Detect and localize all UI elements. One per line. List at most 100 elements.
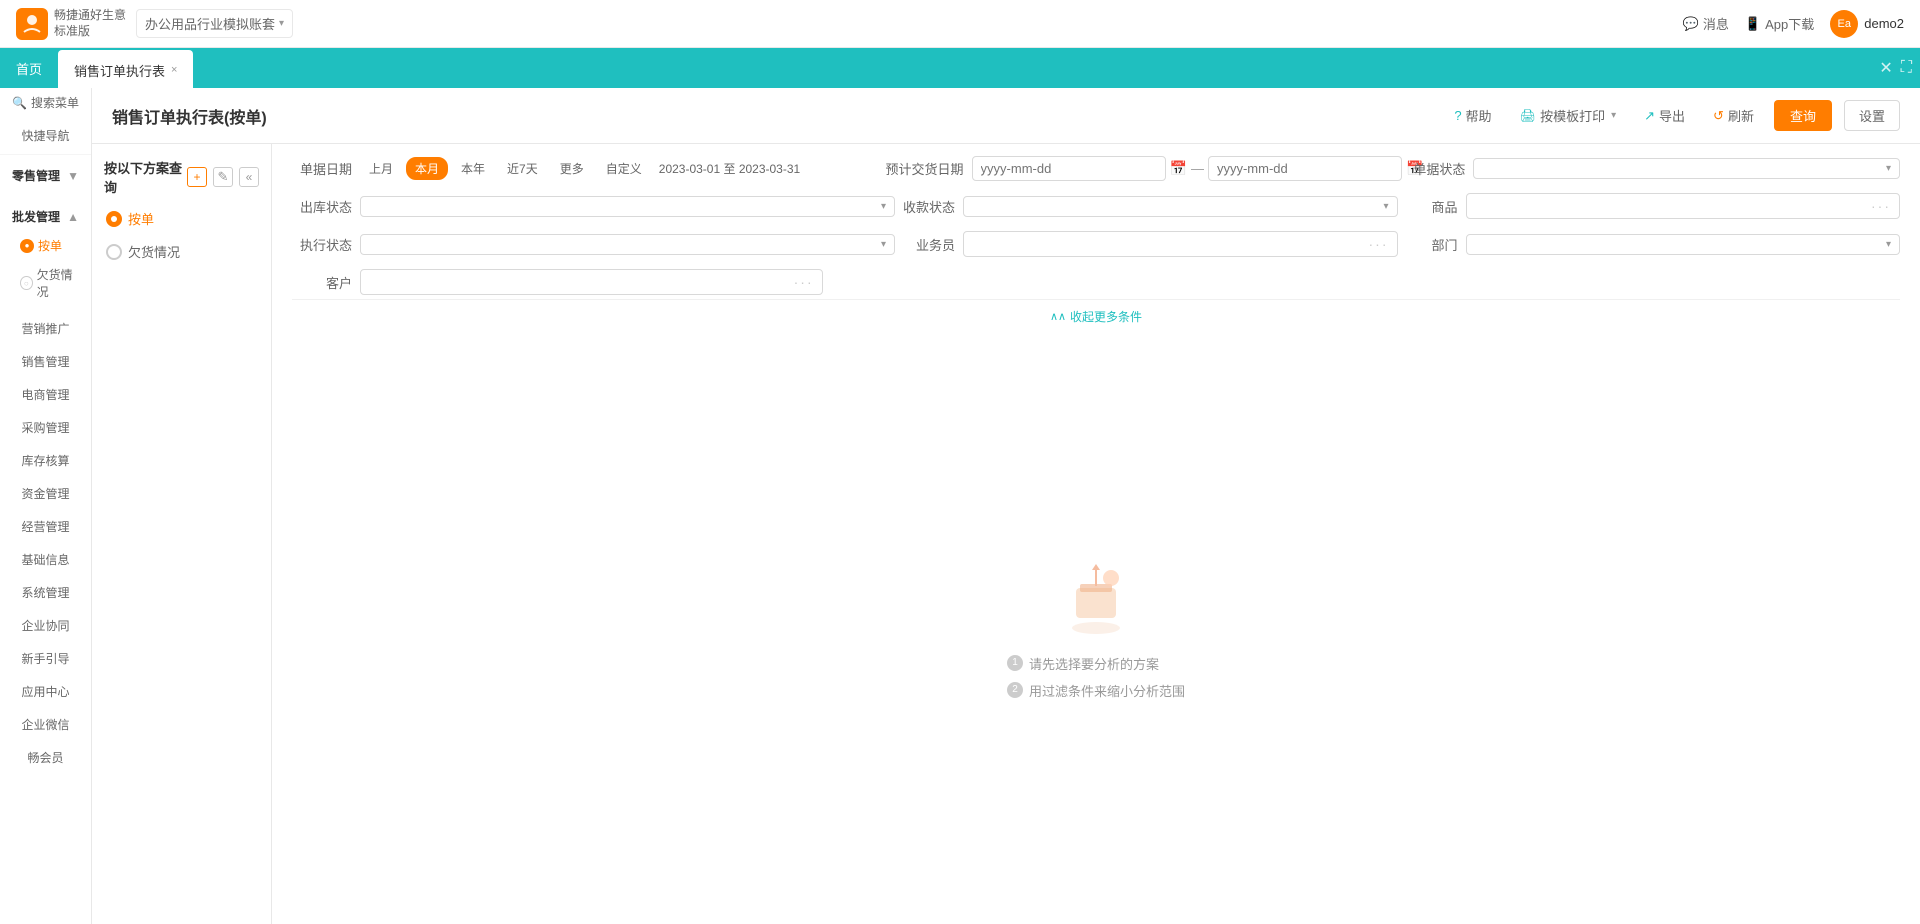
calendar-start-icon[interactable]: 📅 xyxy=(1170,160,1187,177)
avatar: Ea xyxy=(1830,10,1858,38)
sidebar-appstore[interactable]: 应用中心 xyxy=(0,675,91,708)
customer-input[interactable]: ··· xyxy=(360,269,823,295)
sidebar-newbie[interactable]: 新手引导 xyxy=(0,642,91,675)
sidebar-marketing[interactable]: 营销推广 xyxy=(0,312,91,345)
scheme-debt-label: 欠货情况 xyxy=(128,242,180,261)
scheme-title: 按以下方案查询 xyxy=(104,158,187,196)
collapse-bar[interactable]: ∧∧ 收起更多条件 xyxy=(292,299,1900,333)
scheme-order-label: 按单 xyxy=(128,209,154,228)
content-area: 销售订单执行表(按单) ? 帮助 🖨 按模板打印 ▾ ↗ 导出 ↺ 刷新 xyxy=(92,88,1920,924)
sidebar-sub-debt[interactable]: ○ 欠货情况 xyxy=(0,260,91,306)
print-arrow-icon: ▾ xyxy=(1611,110,1616,121)
empty-tips: 1 请先选择要分析的方案 2 用过滤条件来缩小分析范围 xyxy=(1007,654,1185,700)
expected-date-cell: 预计交货日期 📅 — 📅 xyxy=(886,156,1406,181)
industry-arrow-icon: ▾ xyxy=(279,18,284,29)
delivery-select[interactable]: ▾ xyxy=(360,196,895,217)
payment-arrow-icon: ▾ xyxy=(1383,201,1388,212)
refresh-label: 刷新 xyxy=(1728,106,1754,125)
quick-date-lastmonth[interactable]: 上月 xyxy=(360,157,402,180)
quick-date-year[interactable]: 本年 xyxy=(452,157,494,180)
tab-sales-order[interactable]: 销售订单执行表 × xyxy=(58,50,193,90)
sidebar-search[interactable]: 🔍 搜索菜单 xyxy=(0,88,91,117)
sidebar-wholesale-title[interactable]: 批发管理 ▲ xyxy=(0,202,91,231)
settings-btn[interactable]: 设置 xyxy=(1844,100,1900,131)
goods-input[interactable]: ··· xyxy=(1466,193,1901,219)
help-label: 帮助 xyxy=(1466,106,1492,125)
salesperson-input[interactable]: ··· xyxy=(963,231,1398,257)
dept-cell: 部门 ▾ xyxy=(1398,234,1901,255)
enterprise-label: 企业协同 xyxy=(21,617,69,634)
sidebar-vip[interactable]: 畅会员 xyxy=(0,741,91,774)
tip-1-text: 请先选择要分析的方案 xyxy=(1029,654,1159,673)
quick-date-custom[interactable]: 自定义 xyxy=(597,157,651,180)
page-header: 销售订单执行表(按单) ? 帮助 🖨 按模板打印 ▾ ↗ 导出 ↺ 刷新 xyxy=(92,88,1920,144)
date-filter-cell: 单据日期 上月 本月 本年 近7天 更多 自定义 2023-03-01 至 20… xyxy=(292,157,886,180)
export-btn[interactable]: ↗ 导出 xyxy=(1636,102,1693,129)
sidebar-retail-title[interactable]: 零售管理 ▼ xyxy=(0,161,91,190)
basic-label: 基础信息 xyxy=(21,551,69,568)
app-icon: 📱 xyxy=(1745,16,1761,32)
ecommerce-label: 电商管理 xyxy=(21,386,69,403)
expected-date-start[interactable] xyxy=(972,156,1166,181)
top-bar-right: 💬 消息 📱 App下载 Ea demo2 xyxy=(1683,10,1904,38)
date-label: 单据日期 xyxy=(292,159,352,178)
tip-2-num: 2 xyxy=(1007,682,1023,698)
avatar-text: Ea xyxy=(1838,18,1851,30)
execution-select[interactable]: ▾ xyxy=(360,234,895,255)
scheme-collapse-btn[interactable]: « xyxy=(239,167,259,187)
payment-label: 收款状态 xyxy=(895,197,955,216)
industry-selector[interactable]: 办公用品行业模拟账套 ▾ xyxy=(136,9,293,38)
sidebar-inventory[interactable]: 库存核算 xyxy=(0,444,91,477)
goods-label: 商品 xyxy=(1398,197,1458,216)
user-area[interactable]: Ea demo2 xyxy=(1830,10,1904,38)
quick-date-currentmonth[interactable]: 本月 xyxy=(406,157,448,180)
sidebar-enterprise[interactable]: 企业协同 xyxy=(0,609,91,642)
wechat-label: 企业微信 xyxy=(21,716,69,733)
sidebar-operations[interactable]: 经营管理 xyxy=(0,510,91,543)
payment-cell: 收款状态 ▾ xyxy=(895,196,1398,217)
sidebar-ecommerce[interactable]: 电商管理 xyxy=(0,378,91,411)
dept-select[interactable]: ▾ xyxy=(1466,234,1901,255)
sidebar-basic[interactable]: 基础信息 xyxy=(0,543,91,576)
tab-home-label: 首页 xyxy=(16,59,42,78)
message-action[interactable]: 💬 消息 xyxy=(1683,14,1729,33)
query-btn[interactable]: 查询 xyxy=(1774,100,1832,131)
tab-close-icon[interactable]: × xyxy=(171,64,177,76)
sidebar-purchase[interactable]: 采购管理 xyxy=(0,411,91,444)
app-download-action[interactable]: 📱 App下载 xyxy=(1745,14,1814,33)
window-close-btn[interactable]: ✕ xyxy=(1879,58,1892,78)
sidebar-wechat[interactable]: 企业微信 xyxy=(0,708,91,741)
top-bar-left: 畅捷通好生意 标准版 办公用品行业模拟账套 ▾ xyxy=(16,8,293,40)
help-btn[interactable]: ? 帮助 xyxy=(1446,102,1499,129)
message-icon: 💬 xyxy=(1683,16,1699,32)
sidebar-sales[interactable]: 销售管理 xyxy=(0,345,91,378)
payment-select[interactable]: ▾ xyxy=(963,196,1398,217)
retail-arrow-icon: ▼ xyxy=(67,169,79,183)
sub-order-label: 按单 xyxy=(38,237,62,254)
scheme-add-btn[interactable]: + xyxy=(187,167,207,187)
scheme-item-order[interactable]: 按单 xyxy=(92,202,271,235)
help-icon: ? xyxy=(1454,108,1461,123)
scheme-item-debt[interactable]: 欠货情况 xyxy=(92,235,271,268)
filter-row-2: 出库状态 ▾ 收款状态 ▾ xyxy=(292,193,1900,219)
quick-date-7days[interactable]: 近7天 xyxy=(498,157,547,180)
collapse-label: 收起更多条件 xyxy=(1070,308,1142,325)
sidebar-sub-order[interactable]: ● 按单 xyxy=(0,231,91,260)
content-wrapper: 按以下方案查询 + ✎ « 按单 欠货情况 xyxy=(92,144,1920,924)
expected-date-end[interactable] xyxy=(1208,156,1402,181)
message-label: 消息 xyxy=(1703,14,1729,33)
execution-label: 执行状态 xyxy=(292,235,352,254)
quick-date-more[interactable]: 更多 xyxy=(551,157,593,180)
tab-home[interactable]: 首页 xyxy=(0,48,58,88)
window-maximize-btn[interactable]: ⛶ xyxy=(1901,59,1912,77)
scheme-edit-btn[interactable]: ✎ xyxy=(213,167,233,187)
refresh-btn[interactable]: ↺ 刷新 xyxy=(1705,102,1762,129)
print-template-btn[interactable]: 🖨 按模板打印 ▾ xyxy=(1512,102,1625,129)
status-select[interactable]: ▾ xyxy=(1473,158,1900,179)
dept-label: 部门 xyxy=(1398,235,1458,254)
sidebar-system[interactable]: 系统管理 xyxy=(0,576,91,609)
sidebar-finance[interactable]: 资金管理 xyxy=(0,477,91,510)
main-layout: 🔍 搜索菜单 快捷导航 零售管理 ▼ 批发管理 ▲ ● 按单 xyxy=(0,88,1920,924)
empty-tip-1: 1 请先选择要分析的方案 xyxy=(1007,654,1185,673)
sidebar-quick-nav[interactable]: 快捷导航 xyxy=(0,117,91,155)
